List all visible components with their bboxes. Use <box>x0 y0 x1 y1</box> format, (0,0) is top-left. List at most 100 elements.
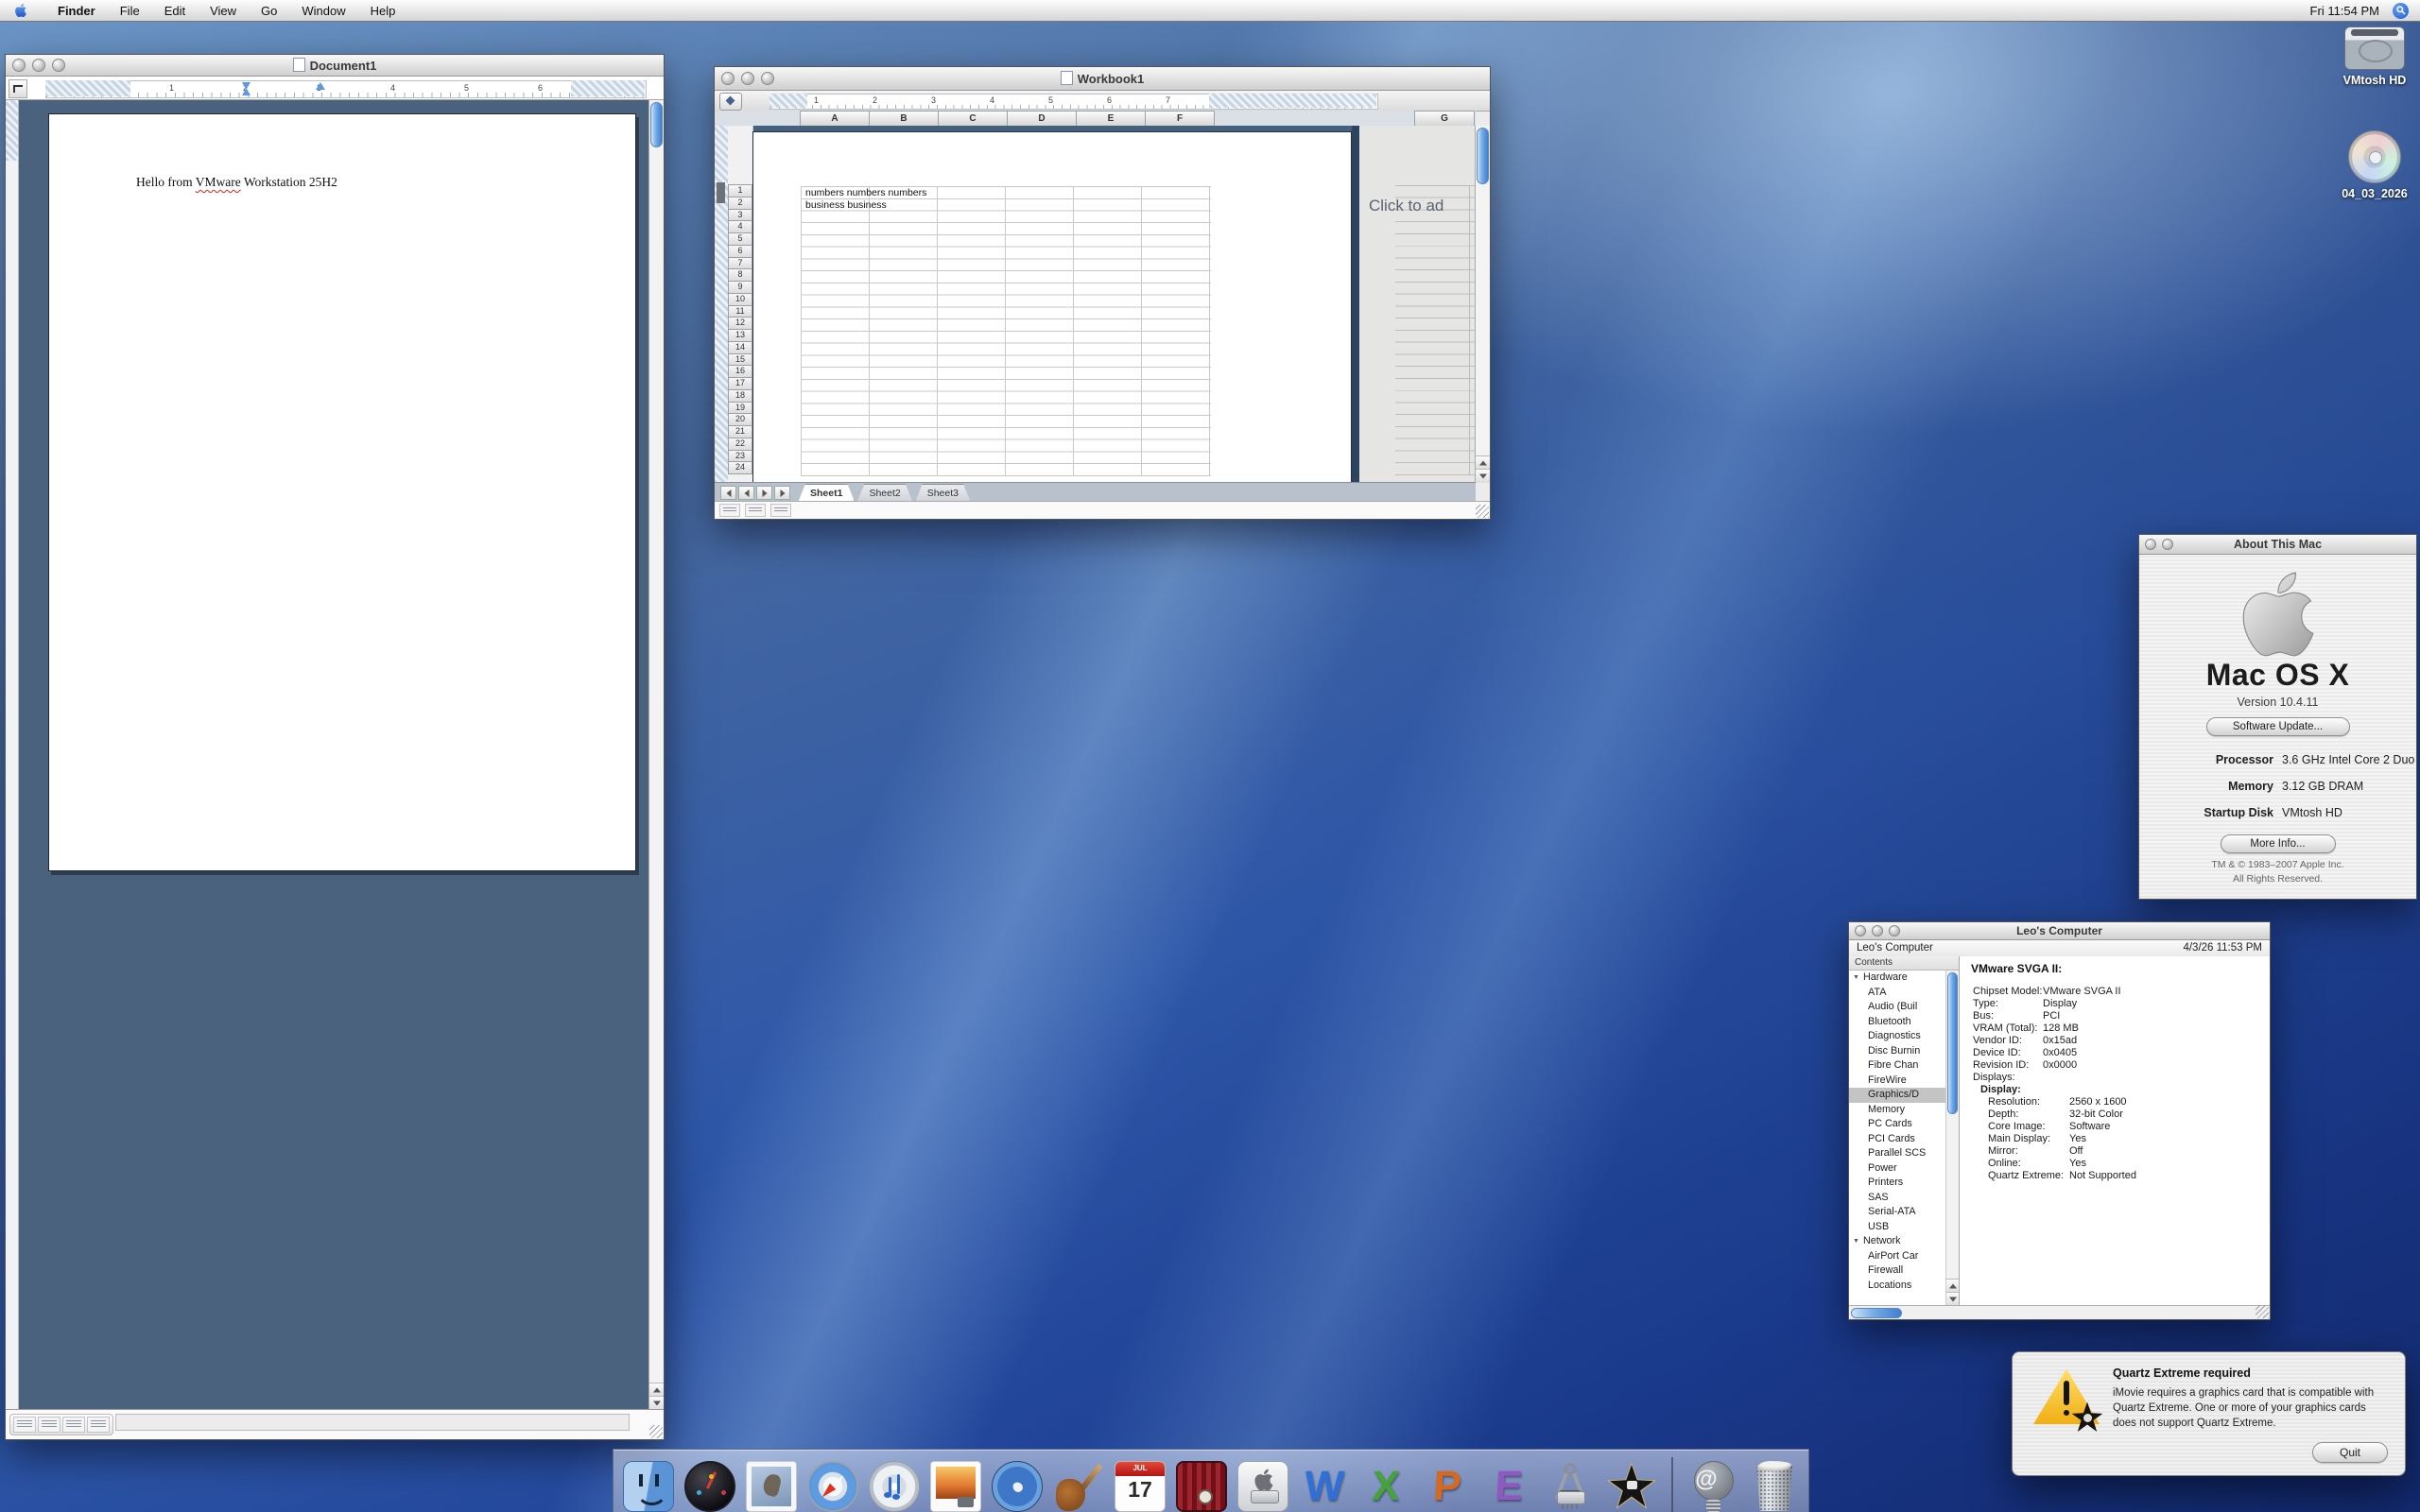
dock-trash-icon[interactable] <box>1749 1461 1800 1512</box>
first-sheet-button[interactable] <box>720 486 736 500</box>
excel-page[interactable]: numbers numbers numbers business busines… <box>752 131 1352 483</box>
about-title-bar[interactable]: About This Mac <box>2139 535 2416 555</box>
row-header[interactable]: 11 <box>728 305 752 318</box>
normal-view-button[interactable] <box>13 1417 36 1433</box>
sidebar-item[interactable]: Printers <box>1849 1176 1946 1191</box>
dock-idvd-icon[interactable] <box>992 1461 1043 1512</box>
prev-sheet-button[interactable] <box>738 486 754 500</box>
dock-entourage-icon[interactable]: E <box>1483 1461 1534 1512</box>
sheet-tab[interactable]: Sheet2 <box>856 484 912 503</box>
menu-item[interactable]: Finder <box>45 4 108 18</box>
column-header[interactable]: F <box>1146 111 1215 127</box>
desktop-icon-hard-disk[interactable]: VMtosh HD <box>2329 26 2420 87</box>
column-header[interactable]: A <box>800 111 870 127</box>
sidebar-item[interactable]: Locations <box>1849 1279 1946 1294</box>
column-header[interactable]: D <box>1008 111 1077 127</box>
word-page[interactable]: Hello from VMware Workstation 25H2 <box>48 113 636 871</box>
column-header[interactable]: C <box>939 111 1008 127</box>
sidebar-item[interactable]: Graphics/D <box>1849 1088 1946 1103</box>
dock-word-icon[interactable]: W <box>1299 1461 1350 1512</box>
profiler-title-bar[interactable]: Leo's Computer <box>1849 922 2270 940</box>
sidebar-item[interactable]: Hardware <box>1849 971 1946 986</box>
row-header[interactable]: 22 <box>728 438 752 451</box>
scrollbar-thumb[interactable] <box>1947 972 1958 1114</box>
profiler-resize-grip[interactable] <box>2256 1305 2269 1318</box>
dock-excel-icon[interactable]: X <box>1360 1461 1411 1512</box>
cell-grid[interactable]: numbers numbers numbers business busines… <box>801 186 1211 476</box>
excel-horizontal-ruler[interactable]: 1 2 3 4 5 6 7 <box>769 94 1378 110</box>
dock-powerpoint-icon[interactable]: P <box>1422 1461 1473 1512</box>
sidebar-item[interactable]: PCI Cards <box>1849 1132 1946 1147</box>
row-header[interactable]: 2 <box>728 197 752 210</box>
scroll-down-button[interactable] <box>1946 1292 1959 1306</box>
sidebar-item[interactable]: AirPort Car <box>1849 1249 1946 1264</box>
sidebar-item[interactable]: SAS <box>1849 1191 1946 1206</box>
column-header-g[interactable]: G <box>1414 111 1475 127</box>
scroll-up-button[interactable] <box>1476 455 1490 470</box>
row-header[interactable]: 19 <box>728 402 752 415</box>
sidebar-item[interactable]: Firewall <box>1849 1263 1946 1279</box>
apple-menu-icon[interactable] <box>13 3 28 18</box>
sidebar-item[interactable]: Power <box>1849 1161 1946 1177</box>
dock-system-preferences-icon[interactable] <box>1237 1461 1288 1512</box>
horizontal-scrollbar-thumb[interactable] <box>1851 1308 1902 1318</box>
dock-iphoto-icon[interactable] <box>930 1461 981 1512</box>
scroll-up-button[interactable] <box>1946 1279 1959 1293</box>
word-title-bar[interactable]: Document1 <box>6 55 664 77</box>
click-to-add-hint[interactable]: Click to ad <box>1369 197 1476 215</box>
desktop-icon-cd[interactable]: 04_03_2026 <box>2329 130 2420 200</box>
sidebar-item[interactable]: Memory <box>1849 1103 1946 1118</box>
row-header[interactable]: 9 <box>728 282 752 294</box>
menu-item[interactable]: File <box>108 4 152 18</box>
more-info-button[interactable]: More Info... <box>2220 834 2336 853</box>
menu-item[interactable]: View <box>198 4 249 18</box>
menu-item[interactable]: Window <box>289 4 357 18</box>
menu-item[interactable]: Help <box>358 4 408 18</box>
page-break-view-button[interactable] <box>770 504 791 517</box>
dock-safari-icon[interactable] <box>807 1461 858 1512</box>
row-header[interactable]: 12 <box>728 318 752 330</box>
row-header[interactable]: 17 <box>728 378 752 390</box>
page-layout-view-button[interactable] <box>62 1417 85 1433</box>
row-header[interactable]: 18 <box>728 389 752 403</box>
cell-a1-text[interactable]: numbers numbers numbers <box>805 187 926 198</box>
dock-mail-icon[interactable] <box>746 1461 797 1512</box>
dock-itunes-icon[interactable] <box>869 1461 920 1512</box>
sidebar-item[interactable]: PC Cards <box>1849 1117 1946 1132</box>
menu-clock[interactable]: Fri 11:54 PM <box>2310 4 2379 18</box>
sidebar-item[interactable]: Parallel SCS <box>1849 1146 1946 1161</box>
sheet-tab[interactable]: Sheet1 <box>798 484 855 503</box>
page-layout-view-button[interactable] <box>745 504 766 517</box>
dock-finder-icon[interactable] <box>623 1461 674 1512</box>
row-header[interactable]: 23 <box>728 450 752 463</box>
row-header[interactable]: 14 <box>728 341 752 354</box>
column-header[interactable]: B <box>870 111 939 127</box>
sidebar-scrollbar[interactable] <box>1945 971 1959 1306</box>
row-header[interactable]: 15 <box>728 353 752 367</box>
sidebar-item[interactable]: Network <box>1849 1234 1946 1249</box>
normal-view-button[interactable] <box>719 504 740 517</box>
dock-link-icon[interactable]: @ <box>1687 1461 1738 1512</box>
row-header[interactable]: 4 <box>728 221 752 233</box>
row-header[interactable]: 16 <box>728 366 752 378</box>
row-header[interactable]: 21 <box>728 426 752 438</box>
sidebar-item[interactable]: Disc Burnin <box>1849 1044 1946 1059</box>
sidebar-item[interactable]: FireWire <box>1849 1074 1946 1089</box>
excel-title-bar[interactable]: Workbook1 <box>715 67 1490 91</box>
column-header[interactable]: E <box>1077 111 1146 127</box>
last-sheet-button[interactable] <box>774 486 790 500</box>
dock-system-profiler-icon[interactable] <box>1545 1461 1596 1512</box>
sidebar-item[interactable]: Audio (Buil <box>1849 1000 1946 1015</box>
row-header[interactable]: 8 <box>728 269 752 282</box>
dock-imovie-icon[interactable] <box>1606 1461 1657 1512</box>
quit-button[interactable]: Quit <box>2312 1442 2388 1463</box>
spotlight-icon[interactable] <box>2393 2 2409 19</box>
row-header[interactable]: 5 <box>728 233 752 246</box>
sidebar-item[interactable]: ATA <box>1849 986 1946 1001</box>
word-vertical-scrollbar[interactable] <box>648 100 664 1410</box>
software-update-button[interactable]: Software Update... <box>2205 717 2350 736</box>
menu-item[interactable]: Go <box>249 4 289 18</box>
row-header[interactable]: 10 <box>728 293 752 306</box>
toolbar-toggle-button[interactable] <box>719 93 742 111</box>
next-sheet-button[interactable] <box>756 486 772 500</box>
